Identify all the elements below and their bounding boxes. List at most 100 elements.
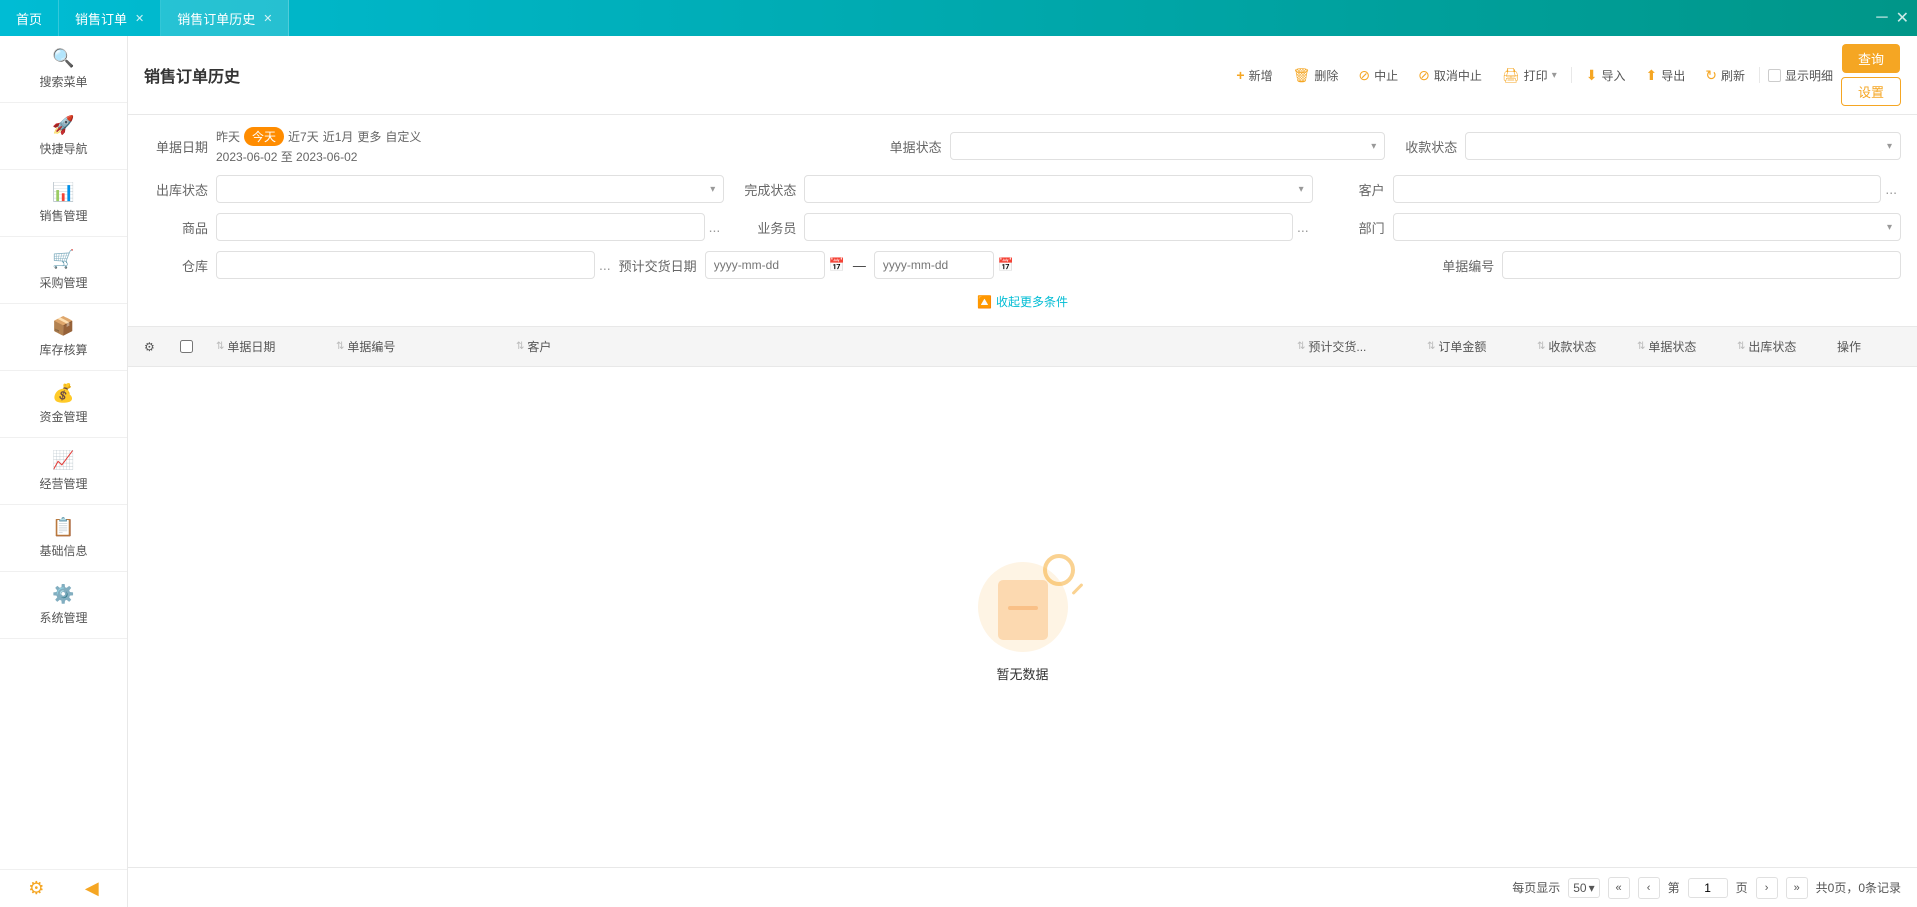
sidebar-item-basic-info[interactable]: 📋 基础信息 bbox=[0, 505, 127, 572]
doc-status-control: ▾ bbox=[950, 132, 1386, 160]
complete-status-control: ▾ bbox=[804, 175, 1312, 203]
toolbar-export-btn[interactable]: ⬆ 导出 bbox=[1639, 63, 1691, 88]
display-dense-toggle[interactable]: 显示明细 bbox=[1768, 67, 1833, 84]
sidebar: 🔍 搜索菜单 🚀 快捷导航 📊 销售管理 🛒 采购管理 📦 库存核算 💰 资金管… bbox=[0, 36, 128, 907]
last-page-btn[interactable]: » bbox=[1786, 877, 1808, 899]
toolbar-refresh-label: 刷新 bbox=[1721, 67, 1745, 84]
toolbar-cancel-stop-btn[interactable]: ⊘ 取消中止 bbox=[1412, 63, 1488, 88]
sidebar-item-search-label: 搜索菜单 bbox=[39, 73, 87, 90]
total-label: 共0页，0条记录 bbox=[1816, 879, 1901, 896]
tab-sales-order-close[interactable]: ✕ bbox=[135, 12, 144, 25]
toolbar-add-label: 新增 bbox=[1249, 67, 1273, 84]
prev-page-btn[interactable]: ‹ bbox=[1638, 877, 1660, 899]
col-header-amount[interactable]: ⇅ 订单金额 bbox=[1419, 338, 1529, 355]
sidebar-item-inventory[interactable]: 📦 库存核算 bbox=[0, 304, 127, 371]
doc-num-control bbox=[1502, 251, 1901, 279]
dept-control: ▾ bbox=[1393, 213, 1901, 241]
sidebar-item-search[interactable]: 🔍 搜索菜单 bbox=[0, 36, 127, 103]
goods-dots[interactable]: ... bbox=[705, 219, 725, 235]
date-label: 单据日期 bbox=[144, 137, 216, 156]
out-status-chevron: ▾ bbox=[710, 184, 715, 195]
table-checkbox-col[interactable] bbox=[172, 340, 208, 353]
recv-status-select[interactable]: ▾ bbox=[1465, 132, 1901, 160]
warehouse-dots[interactable]: ... bbox=[595, 257, 615, 273]
toolbar-print-label: 打印 bbox=[1524, 67, 1548, 84]
col-header-doc-status[interactable]: ⇅ 单据状态 bbox=[1629, 338, 1729, 355]
sidebar-item-purchase[interactable]: 🛒 采购管理 bbox=[0, 237, 127, 304]
toolbar-export-label: 导出 bbox=[1661, 67, 1685, 84]
col-header-out-status[interactable]: ⇅ 出库状态 bbox=[1729, 338, 1829, 355]
table-select-all[interactable] bbox=[180, 340, 193, 353]
sidebar-item-operations[interactable]: 📈 经营管理 bbox=[0, 438, 127, 505]
toolbar-stop-btn[interactable]: ⊘ 中止 bbox=[1352, 63, 1404, 88]
col-header-recv-status[interactable]: ⇅ 收款状态 bbox=[1529, 338, 1629, 355]
toolbar-print-btn[interactable]: 🖨 打印 ▾ bbox=[1496, 63, 1563, 88]
warehouse-input[interactable] bbox=[216, 251, 595, 279]
date-more[interactable]: 更多 bbox=[357, 128, 381, 145]
tab-sales-order-history-label: 销售订单历史 bbox=[177, 9, 255, 28]
sidebar-collapse-btn[interactable]: ◀ bbox=[85, 878, 99, 899]
window-close-btn[interactable]: ✕ bbox=[1896, 8, 1909, 28]
salesperson-input[interactable] bbox=[804, 213, 1293, 241]
toolbar-refresh-btn[interactable]: ↻ 刷新 bbox=[1699, 63, 1751, 88]
sidebar-item-system[interactable]: ⚙️ 系统管理 bbox=[0, 572, 127, 639]
col-header-deliver[interactable]: ⇅ 预计交货... bbox=[1289, 338, 1419, 355]
tab-sales-order[interactable]: 销售订单 ✕ bbox=[59, 0, 161, 36]
complete-status-chevron: ▾ bbox=[1299, 184, 1304, 195]
out-status-control: ▾ bbox=[216, 175, 724, 203]
query-button[interactable]: 查询 bbox=[1842, 44, 1900, 73]
collapse-row[interactable]: 🔼 收起更多条件 bbox=[144, 289, 1901, 314]
doc-num-input[interactable] bbox=[1502, 251, 1901, 279]
deliver-date-to[interactable] bbox=[874, 251, 994, 279]
next-page-icon: › bbox=[1765, 882, 1769, 894]
sidebar-item-finance[interactable]: 💰 资金管理 bbox=[0, 371, 127, 438]
complete-status-select[interactable]: ▾ bbox=[804, 175, 1312, 203]
dept-select[interactable]: ▾ bbox=[1393, 213, 1901, 241]
sidebar-item-quicknav-label: 快捷导航 bbox=[39, 140, 87, 157]
settings-button[interactable]: 设置 bbox=[1841, 77, 1901, 106]
date-yesterday[interactable]: 昨天 bbox=[216, 128, 240, 145]
tab-sales-order-history-close[interactable]: ✕ bbox=[263, 12, 272, 25]
salesperson-dots[interactable]: ... bbox=[1293, 219, 1313, 235]
col-header-date[interactable]: ⇅ 单据日期 bbox=[208, 338, 328, 355]
date-custom[interactable]: 自定义 bbox=[385, 128, 421, 145]
toolbar-import-btn[interactable]: ⬇ 导入 bbox=[1580, 63, 1632, 88]
display-dense-checkbox[interactable] bbox=[1768, 69, 1781, 82]
calendar-icon-from[interactable]: 📅 bbox=[829, 257, 845, 273]
calendar-icon-to[interactable]: 📅 bbox=[998, 257, 1014, 273]
page-size-select[interactable]: 50 ▾ bbox=[1568, 878, 1599, 898]
table-settings-col[interactable]: ⚙ bbox=[136, 340, 172, 354]
print-icon: 🖨 bbox=[1502, 67, 1520, 84]
next-page-btn[interactable]: › bbox=[1756, 877, 1778, 899]
customer-input[interactable] bbox=[1393, 175, 1882, 203]
col-header-customer[interactable]: ⇅ 客户 bbox=[508, 338, 1289, 355]
tab-home[interactable]: 首页 bbox=[0, 0, 59, 36]
page-footer: 每页显示 50 ▾ « ‹ 第 页 › » 共0页，0条记录 bbox=[128, 867, 1917, 907]
search-menu-icon: 🔍 bbox=[52, 48, 74, 69]
system-icon: ⚙️ bbox=[52, 584, 74, 605]
sidebar-item-system-label: 系统管理 bbox=[39, 609, 87, 626]
page-num-input[interactable] bbox=[1688, 878, 1728, 898]
toolbar-add-btn[interactable]: + 新增 bbox=[1230, 63, 1278, 88]
toolbar-delete-btn[interactable]: 🗑 删除 bbox=[1287, 63, 1345, 88]
sidebar-item-sales[interactable]: 📊 销售管理 bbox=[0, 170, 127, 237]
out-status-select[interactable]: ▾ bbox=[216, 175, 724, 203]
first-page-btn[interactable]: « bbox=[1608, 877, 1630, 899]
warehouse-label: 仓库 bbox=[144, 256, 216, 275]
goods-input[interactable] bbox=[216, 213, 705, 241]
date-today-tag[interactable]: 今天 bbox=[244, 127, 284, 146]
date-month[interactable]: 近1月 bbox=[323, 128, 354, 145]
tab-sales-order-history[interactable]: 销售订单历史 ✕ bbox=[161, 0, 289, 36]
display-dense-label: 显示明细 bbox=[1785, 67, 1833, 84]
deliver-date-from[interactable] bbox=[705, 251, 825, 279]
date-7days[interactable]: 近7天 bbox=[288, 128, 319, 145]
sidebar-item-quicknav[interactable]: 🚀 快捷导航 bbox=[0, 103, 127, 170]
sidebar-settings-btn[interactable]: ⚙ bbox=[28, 878, 44, 899]
window-minus-btn[interactable]: ─ bbox=[1876, 9, 1887, 27]
col-header-num[interactable]: ⇅ 单据编号 bbox=[328, 338, 508, 355]
doc-status-select[interactable]: ▾ bbox=[950, 132, 1386, 160]
page-label: 页 bbox=[1736, 879, 1748, 896]
sidebar-item-sales-label: 销售管理 bbox=[39, 207, 87, 224]
page-size-label: 每页显示 bbox=[1512, 879, 1560, 896]
customer-dots[interactable]: ... bbox=[1881, 181, 1901, 197]
